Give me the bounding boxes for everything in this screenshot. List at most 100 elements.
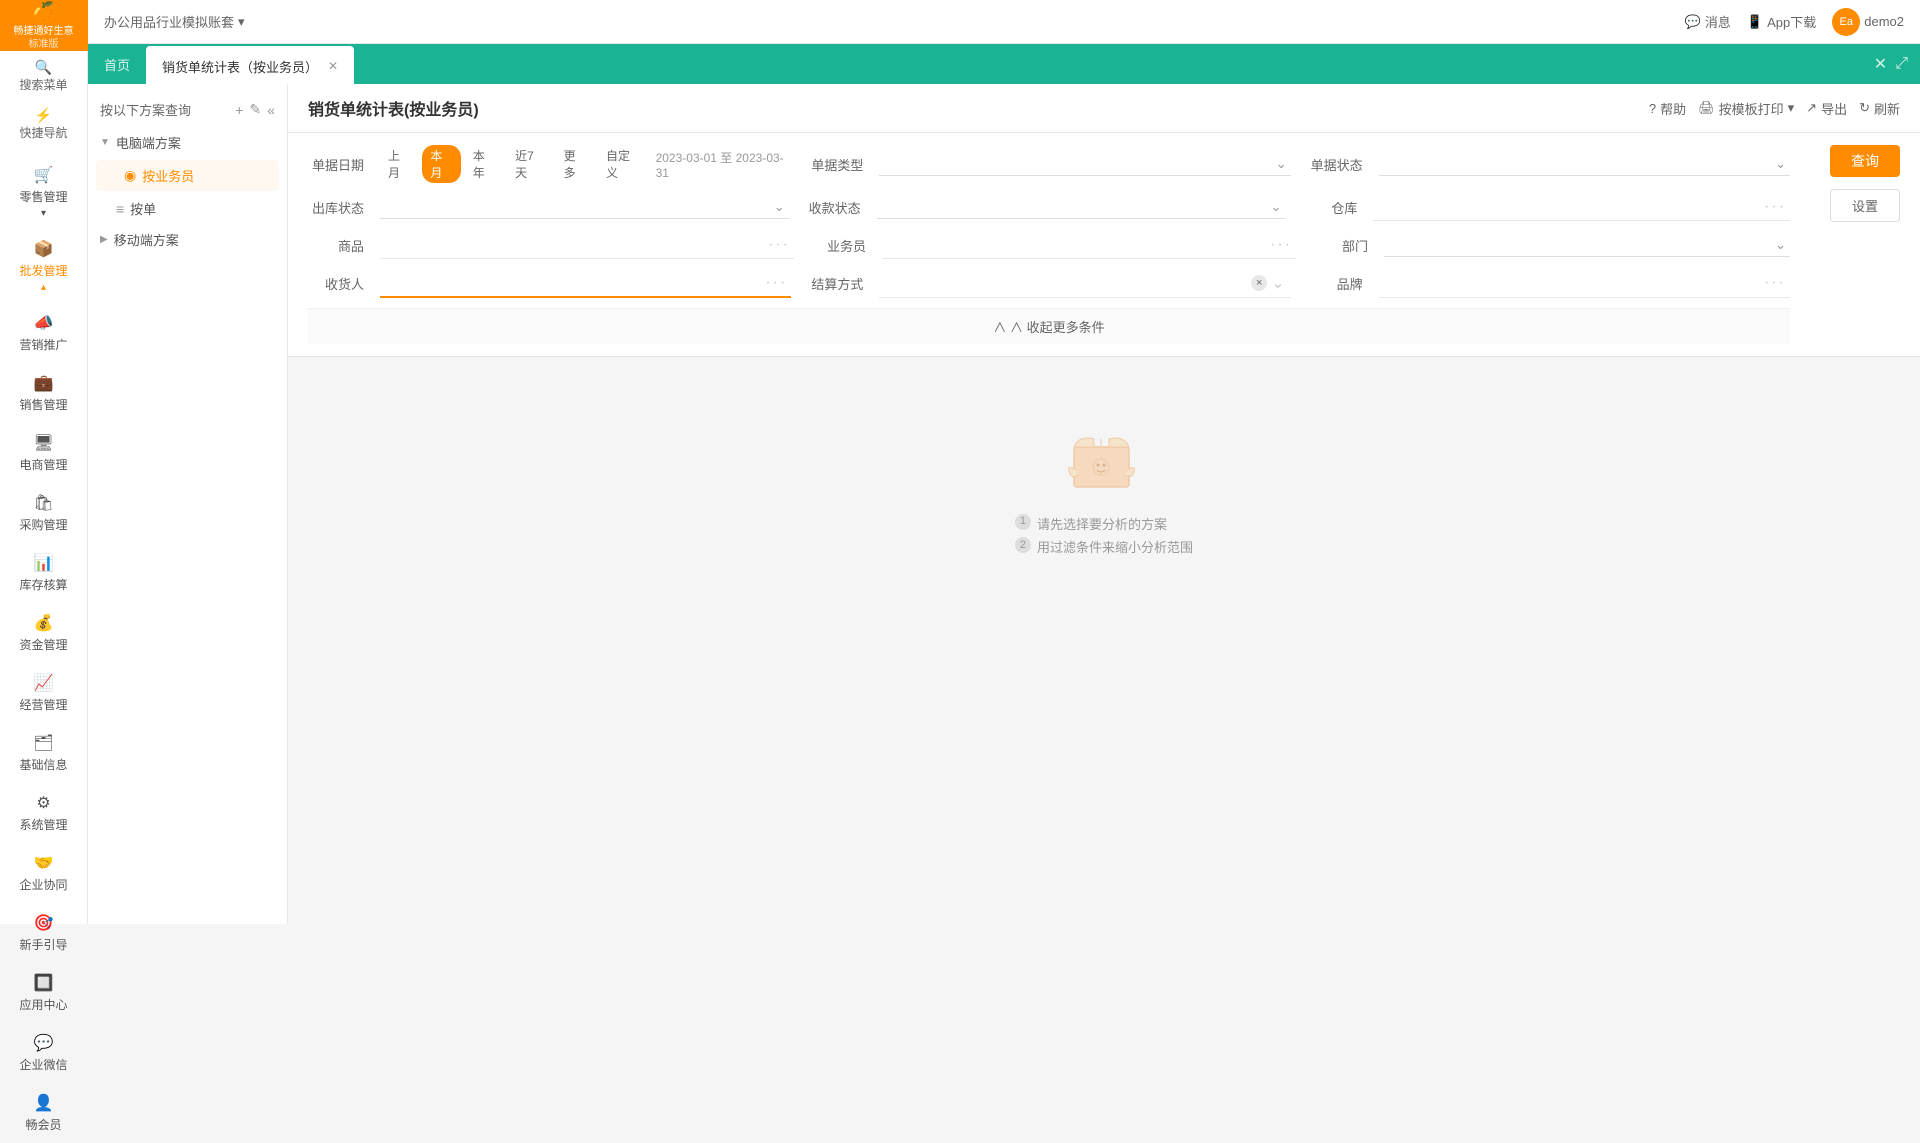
sidebar-item-purchase[interactable]: 🛍 采购管理 — [0, 483, 87, 543]
goods-input[interactable] — [384, 233, 768, 256]
quick-nav[interactable]: ⚡ 快捷导航 — [0, 101, 87, 147]
dept-select[interactable] — [1384, 233, 1790, 257]
sidebar-item-label: 营销推广 — [19, 336, 67, 353]
collapse-filters-button[interactable]: ∧ ∧ 收起更多条件 — [308, 308, 1790, 344]
tree-expand-icon: ▶ — [100, 234, 108, 245]
sidebar-item-apps[interactable]: 🔲 应用中心 — [0, 963, 87, 1023]
date-this-year[interactable]: 本年 — [465, 145, 503, 183]
sidebar-item-corp[interactable]: 🤝 企业协同 — [0, 843, 87, 903]
receiver-label: 收货人 — [308, 274, 364, 293]
settlement-input[interactable] — [883, 272, 1251, 295]
sidebar-item-member[interactable]: 👤 畅会员 — [0, 1083, 87, 1143]
sidebar-item-inventory[interactable]: 📊 库存核算 — [0, 543, 87, 603]
settlement-dropdown-icon[interactable]: ⌄ — [1271, 273, 1286, 293]
tree-group-desktop[interactable]: ▼ 电脑端方案 — [88, 127, 287, 158]
user-menu[interactable]: Ea demo2 — [1832, 8, 1904, 36]
window-maximize-button[interactable]: ⤢ — [1895, 55, 1908, 73]
sidebar-item-label: 批发管理 — [19, 262, 67, 279]
sidebar-item-finance[interactable]: 💰 资金管理 — [0, 603, 87, 663]
main-content: 办公用品行业模拟账套 ▾ 💬 消息 📱 App下载 Ea demo2 首页 — [88, 0, 1920, 924]
print-button[interactable]: 🖨 按模板打印 ▾ — [1698, 99, 1794, 118]
date-more[interactable]: 更多 — [556, 145, 594, 183]
salesperson-input[interactable] — [886, 233, 1270, 256]
tab-close-icon[interactable]: ✕ — [328, 59, 338, 73]
search-menu[interactable]: 🔍 搜索菜单 — [0, 51, 87, 101]
avatar: Ea — [1832, 8, 1860, 36]
sidebar-item-wechat[interactable]: 💬 企业微信 — [0, 1023, 87, 1083]
settings-button[interactable]: 设置 — [1830, 189, 1900, 222]
date-custom[interactable]: 自定义 — [598, 145, 648, 183]
tree-item-by-order[interactable]: ≡ 按单 — [88, 193, 287, 224]
purchase-icon: 🛍 — [33, 493, 53, 513]
doc-status-select[interactable] — [1379, 152, 1790, 176]
sidebar-item-label: 畅会员 — [25, 1116, 61, 1133]
print-dropdown-icon: ▾ — [1788, 100, 1795, 116]
export-button[interactable]: ↗ 导出 — [1806, 99, 1847, 118]
left-panel-title: 按以下方案查询 — [100, 100, 191, 119]
sidebar-item-system[interactable]: ⚙ 系统管理 — [0, 783, 87, 843]
sidebar-item-marketing[interactable]: 📣 营销推广 — [0, 303, 87, 363]
settlement-input-wrapper: × ⌄ — [879, 270, 1290, 298]
tab-home[interactable]: 首页 — [88, 44, 146, 84]
warehouse-input[interactable] — [1377, 195, 1764, 218]
page-header: 销货单统计表(按业务员) ? 帮助 🖨 按模板打印 ▾ ↗ 导出 — [288, 84, 1920, 133]
sidebar-item-ecommerce[interactable]: 🖥 电商管理 — [0, 423, 87, 483]
sidebar-item-wholesale[interactable]: 📦 批发管理 ▴ — [0, 229, 87, 303]
goods-dots-icon[interactable]: ··· — [768, 236, 790, 254]
left-panel: 按以下方案查询 + ✎ « ▼ 电脑端方案 ◉ 按业务员 ≡ 按单 — [88, 84, 288, 924]
breadcrumb-dropdown[interactable]: 办公用品行业模拟账套 ▾ — [104, 12, 245, 31]
collapse-panel-icon[interactable]: « — [267, 102, 275, 118]
help-button[interactable]: ? 帮助 — [1649, 99, 1686, 118]
retail-icon: 🛒 — [34, 165, 54, 185]
sidebar-item-sales[interactable]: 💼 销售管理 — [0, 363, 87, 423]
settlement-label: 结算方式 — [807, 274, 863, 293]
filter-row-receiver: 收货人 ··· 结算方式 × ⌄ 品牌 — [308, 269, 1790, 298]
warehouse-dots-icon[interactable]: ··· — [1764, 198, 1786, 216]
inventory-icon: 📊 — [34, 553, 54, 573]
refresh-button[interactable]: ↻ 刷新 — [1859, 99, 1900, 118]
tree-group-mobile[interactable]: ▶ 移动端方案 — [88, 224, 287, 255]
apps-icon: 🔲 — [34, 973, 54, 993]
collapse-label: ∧ 收起更多条件 — [1010, 320, 1105, 335]
tab-sales-stats[interactable]: 销货单统计表（按业务员） ✕ — [146, 46, 354, 86]
corp-icon: 🤝 — [34, 853, 54, 873]
brand-dots-icon[interactable]: ··· — [1764, 274, 1786, 292]
message-button[interactable]: 💬 消息 — [1685, 12, 1731, 31]
date-this-month[interactable]: 本月 — [422, 145, 460, 183]
wholesale-icon: 📦 — [34, 239, 54, 259]
date-range-text: 2023-03-01 至 2023-03-31 — [656, 149, 792, 180]
left-panel-header: 按以下方案查询 + ✎ « — [88, 96, 287, 127]
receiver-input[interactable] — [384, 271, 765, 294]
date-last-month[interactable]: 上月 — [380, 145, 418, 183]
settlement-clear-icon[interactable]: × — [1251, 275, 1267, 291]
out-status-select[interactable] — [380, 195, 789, 219]
app-download-button[interactable]: 📱 App下载 — [1747, 12, 1816, 31]
query-button[interactable]: 查询 — [1830, 145, 1900, 177]
sidebar-item-retail[interactable]: 🛒 零售管理 ▾ — [0, 155, 87, 229]
doc-type-select[interactable] — [879, 152, 1290, 176]
print-label: 按模板打印 — [1719, 99, 1784, 118]
sidebar-item-guide[interactable]: 🎯 新手引导 — [0, 903, 87, 963]
refresh-label: 刷新 — [1874, 99, 1900, 118]
app-download-icon: 📱 — [1747, 14, 1763, 30]
edit-scheme-icon[interactable]: ✎ — [249, 101, 261, 118]
brand-input[interactable] — [1383, 272, 1764, 295]
warehouse-label: 仓库 — [1301, 198, 1357, 217]
sidebar-item-ops[interactable]: 📈 经营管理 — [0, 663, 87, 723]
message-icon: 💬 — [1685, 14, 1701, 30]
sidebar-item-label: 经营管理 — [19, 696, 67, 713]
sidebar-item-basic[interactable]: 🗂 基础信息 — [0, 723, 87, 783]
receipt-status-select[interactable] — [877, 195, 1286, 219]
tabbar-actions: ✕ ⤢ — [1874, 54, 1920, 74]
sidebar-item-label: 系统管理 — [19, 816, 67, 833]
page-content: 销货单统计表(按业务员) ? 帮助 🖨 按模板打印 ▾ ↗ 导出 — [288, 84, 1920, 924]
receiver-dots-icon[interactable]: ··· — [765, 274, 787, 292]
brand-label: 品牌 — [1307, 274, 1363, 293]
filter-area: 单据日期 上月 本月 本年 近7天 更多 自定义 2023-03-01 至 20… — [288, 133, 1810, 356]
add-scheme-icon[interactable]: + — [235, 102, 243, 118]
app-download-label: App下载 — [1767, 12, 1816, 31]
tree-item-by-salesperson[interactable]: ◉ 按业务员 — [96, 160, 279, 191]
salesperson-dots-icon[interactable]: ··· — [1270, 236, 1292, 254]
date-last-7days[interactable]: 近7天 — [507, 145, 552, 183]
window-minimize-button[interactable]: ✕ — [1874, 54, 1887, 74]
